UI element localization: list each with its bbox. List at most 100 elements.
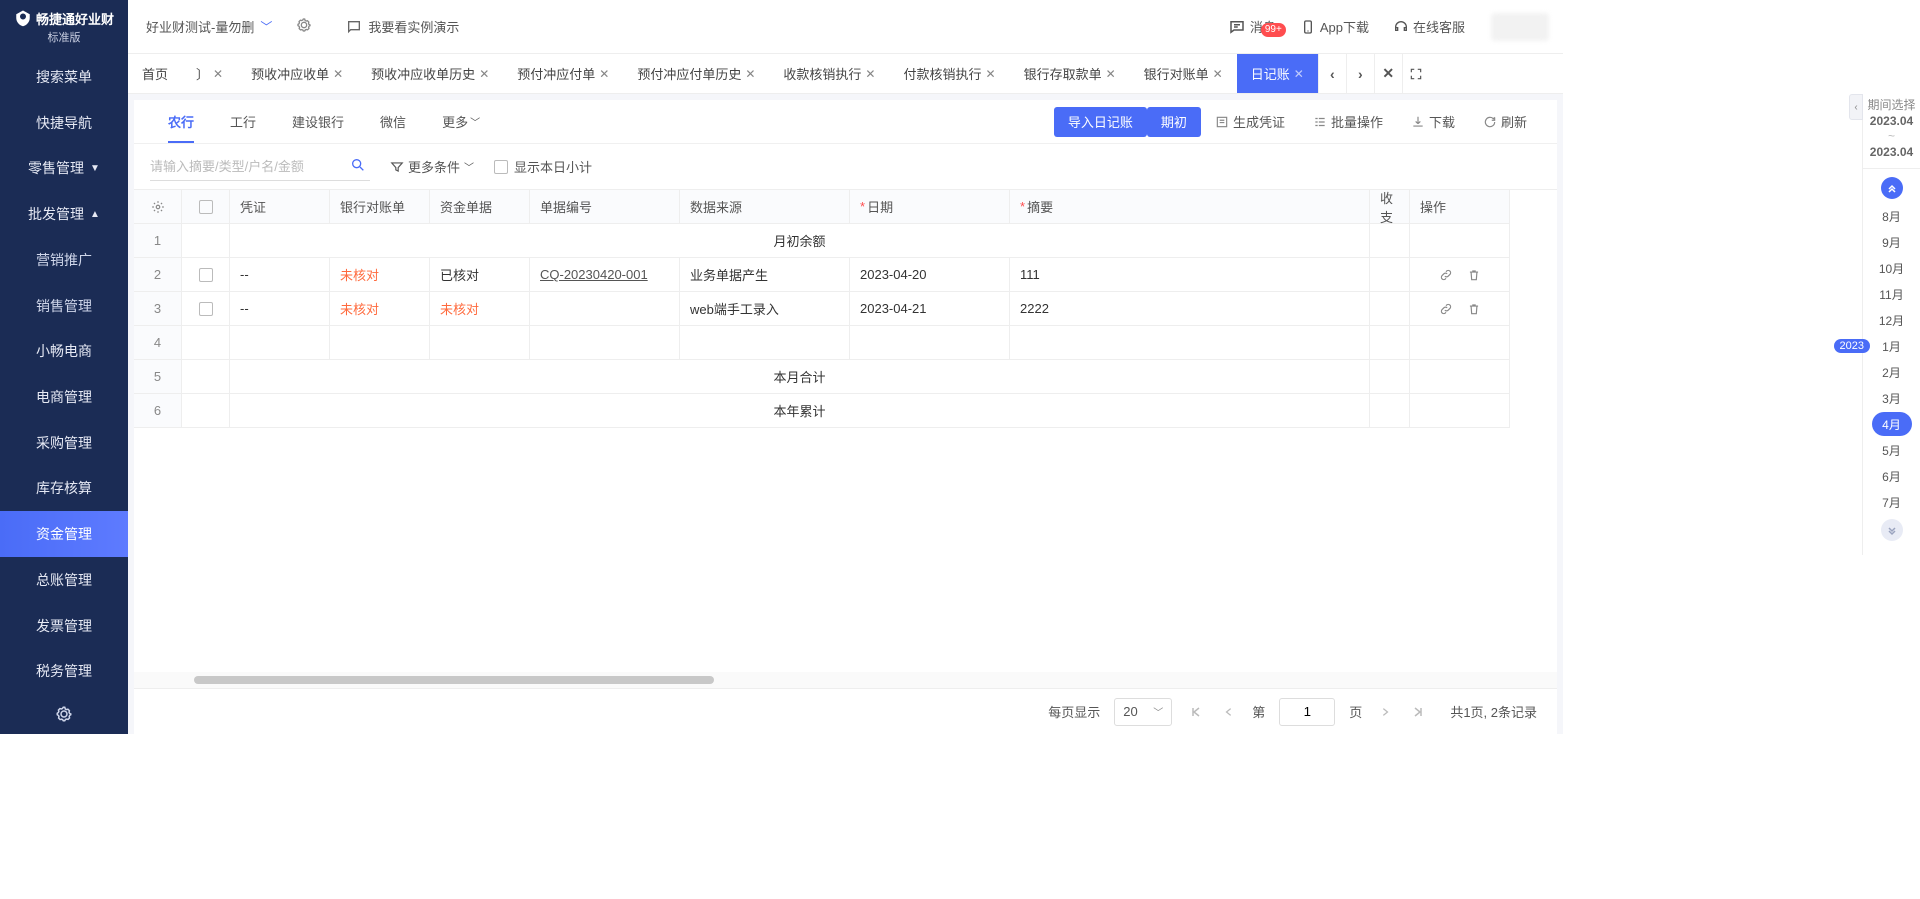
close-icon[interactable]: ✕ [986, 67, 996, 81]
document-tab[interactable]: 〕✕ [182, 54, 237, 93]
period-month[interactable]: 12月 [1872, 308, 1912, 332]
row-checkbox[interactable] [182, 258, 230, 292]
document-tab[interactable]: 银行存取款单✕ [1010, 54, 1130, 93]
sidebar-item-label: 小畅电商 [36, 341, 92, 361]
document-tab[interactable]: 预付冲应付单历史✕ [623, 54, 769, 93]
close-icon[interactable]: ✕ [1213, 67, 1223, 81]
close-icon[interactable]: ✕ [479, 67, 489, 81]
demo-link[interactable]: 我要看实例演示 [346, 17, 459, 36]
batch-button[interactable]: 批量操作 [1299, 107, 1397, 137]
document-tab[interactable]: 银行对账单✕ [1130, 54, 1237, 93]
fullscreen-button[interactable] [1402, 54, 1430, 93]
sidebar-settings-button[interactable] [0, 694, 128, 734]
chat-icon [346, 19, 362, 35]
horizontal-scrollbar[interactable] [134, 672, 1557, 688]
close-icon[interactable]: ✕ [333, 67, 343, 81]
close-icon[interactable]: ✕ [1294, 67, 1304, 81]
document-tab[interactable]: 预付冲应付单✕ [503, 54, 623, 93]
period-month[interactable]: 4月 [1872, 412, 1912, 436]
bank-tab[interactable]: 微信 [362, 100, 424, 143]
row-checkbox [182, 224, 230, 258]
period-scroll-down-button[interactable] [1881, 519, 1903, 541]
sidebar-item[interactable]: 小畅电商 [0, 328, 128, 374]
close-icon[interactable]: ✕ [745, 67, 755, 81]
search-button[interactable] [346, 153, 370, 180]
sidebar-item[interactable]: 零售管理▼ [0, 145, 128, 191]
workspace-select[interactable]: 好业财测试-量勿删 ﹀ [128, 17, 290, 36]
import-journal-button[interactable]: 导入日记账 [1054, 107, 1147, 137]
refresh-button[interactable]: 刷新 [1469, 107, 1541, 137]
phone-icon [1300, 19, 1316, 35]
service-button[interactable]: 在线客服 [1381, 17, 1477, 36]
doc-no-link[interactable]: CQ-20230420-001 [540, 267, 648, 282]
document-tab[interactable]: 预收冲应收单历史✕ [357, 54, 503, 93]
download-button[interactable]: 下载 [1397, 107, 1469, 137]
period-month[interactable]: 1月2023 [1872, 334, 1912, 358]
page-input[interactable] [1279, 698, 1335, 726]
period-month[interactable]: 3月 [1872, 386, 1912, 410]
document-tab[interactable]: 首页 [128, 54, 182, 93]
sidebar-item[interactable]: 采购管理 [0, 420, 128, 466]
sidebar-item[interactable]: 资金管理 [0, 511, 128, 557]
close-icon[interactable]: ✕ [599, 67, 609, 81]
tab-scroll-button[interactable]: › [1346, 54, 1374, 93]
sidebar-item[interactable]: 销售管理 [0, 283, 128, 329]
sidebar-item[interactable]: 总账管理 [0, 557, 128, 603]
next-page-button[interactable] [1376, 702, 1394, 722]
close-icon[interactable]: ✕ [1106, 67, 1116, 81]
per-page-select[interactable]: 20 ﹀ [1114, 698, 1172, 726]
period-month[interactable]: 5月 [1872, 438, 1912, 462]
sidebar-item[interactable]: 电商管理 [0, 374, 128, 420]
period-month[interactable]: 6月 [1872, 464, 1912, 488]
period-scroll-up-button[interactable] [1881, 177, 1903, 199]
batch-button-label: 批量操作 [1331, 112, 1383, 131]
period-month[interactable]: 10月 [1872, 256, 1912, 280]
bank-tab[interactable]: 建设银行 [274, 100, 362, 143]
document-tab[interactable]: 付款核销执行✕ [889, 54, 1009, 93]
settings-button[interactable] [290, 11, 318, 42]
delete-icon[interactable] [1467, 302, 1481, 316]
last-page-button[interactable] [1408, 702, 1428, 722]
sidebar-item[interactable]: 批发管理▲ [0, 191, 128, 237]
delete-icon[interactable] [1467, 268, 1481, 282]
period-month[interactable]: 8月 [1872, 204, 1912, 228]
close-icon[interactable]: ✕ [213, 67, 223, 81]
select-all-checkbox[interactable] [182, 190, 230, 224]
period-month[interactable]: 9月 [1872, 230, 1912, 254]
show-today-checkbox[interactable]: 显示本日小计 [494, 157, 592, 176]
document-tab[interactable]: 日记账✕ [1237, 54, 1318, 93]
link-icon[interactable] [1439, 302, 1453, 316]
row-checkbox[interactable] [182, 292, 230, 326]
bank-tab[interactable]: 农行 [150, 100, 212, 143]
sidebar-item[interactable]: 营销推广 [0, 237, 128, 283]
sidebar-item[interactable]: 库存核算 [0, 466, 128, 512]
period-init-button[interactable]: 期初 [1147, 107, 1201, 137]
demo-link-label: 我要看实例演示 [368, 17, 459, 36]
period-month[interactable]: 7月 [1872, 490, 1912, 514]
app-download-button[interactable]: App下载 [1288, 17, 1381, 36]
row-index: 2 [134, 258, 182, 292]
sidebar-item[interactable]: 搜索菜单 [0, 54, 128, 100]
search-input[interactable] [150, 152, 346, 180]
sidebar-item[interactable]: 税务管理 [0, 649, 128, 695]
bank-tab[interactable]: 更多﹀ [424, 100, 498, 143]
close-icon[interactable]: ✕ [865, 67, 875, 81]
bank-tab[interactable]: 工行 [212, 100, 274, 143]
more-conditions-button[interactable]: 更多条件 ﹀ [390, 157, 474, 176]
document-tab[interactable]: 收款核销执行✕ [769, 54, 889, 93]
tab-scroll-button[interactable]: ‹ [1318, 54, 1346, 93]
gen-voucher-button[interactable]: 生成凭证 [1201, 107, 1299, 137]
document-tab[interactable]: 预收冲应收单✕ [237, 54, 357, 93]
link-icon[interactable] [1439, 268, 1453, 282]
period-month[interactable]: 11月 [1872, 282, 1912, 306]
sidebar-item[interactable]: 快捷导航 [0, 100, 128, 146]
prev-page-button[interactable] [1220, 702, 1238, 722]
table-config-button[interactable] [134, 190, 182, 224]
sidebar-item[interactable]: 发票管理 [0, 603, 128, 649]
first-page-button[interactable] [1186, 702, 1206, 722]
user-avatar[interactable] [1491, 13, 1549, 41]
messages-button[interactable]: 消息 99+ [1216, 17, 1288, 36]
close-all-tabs-button[interactable]: ✕ [1374, 54, 1402, 93]
period-collapse-button[interactable]: ‹ [1849, 94, 1863, 120]
period-month[interactable]: 2月 [1872, 360, 1912, 384]
